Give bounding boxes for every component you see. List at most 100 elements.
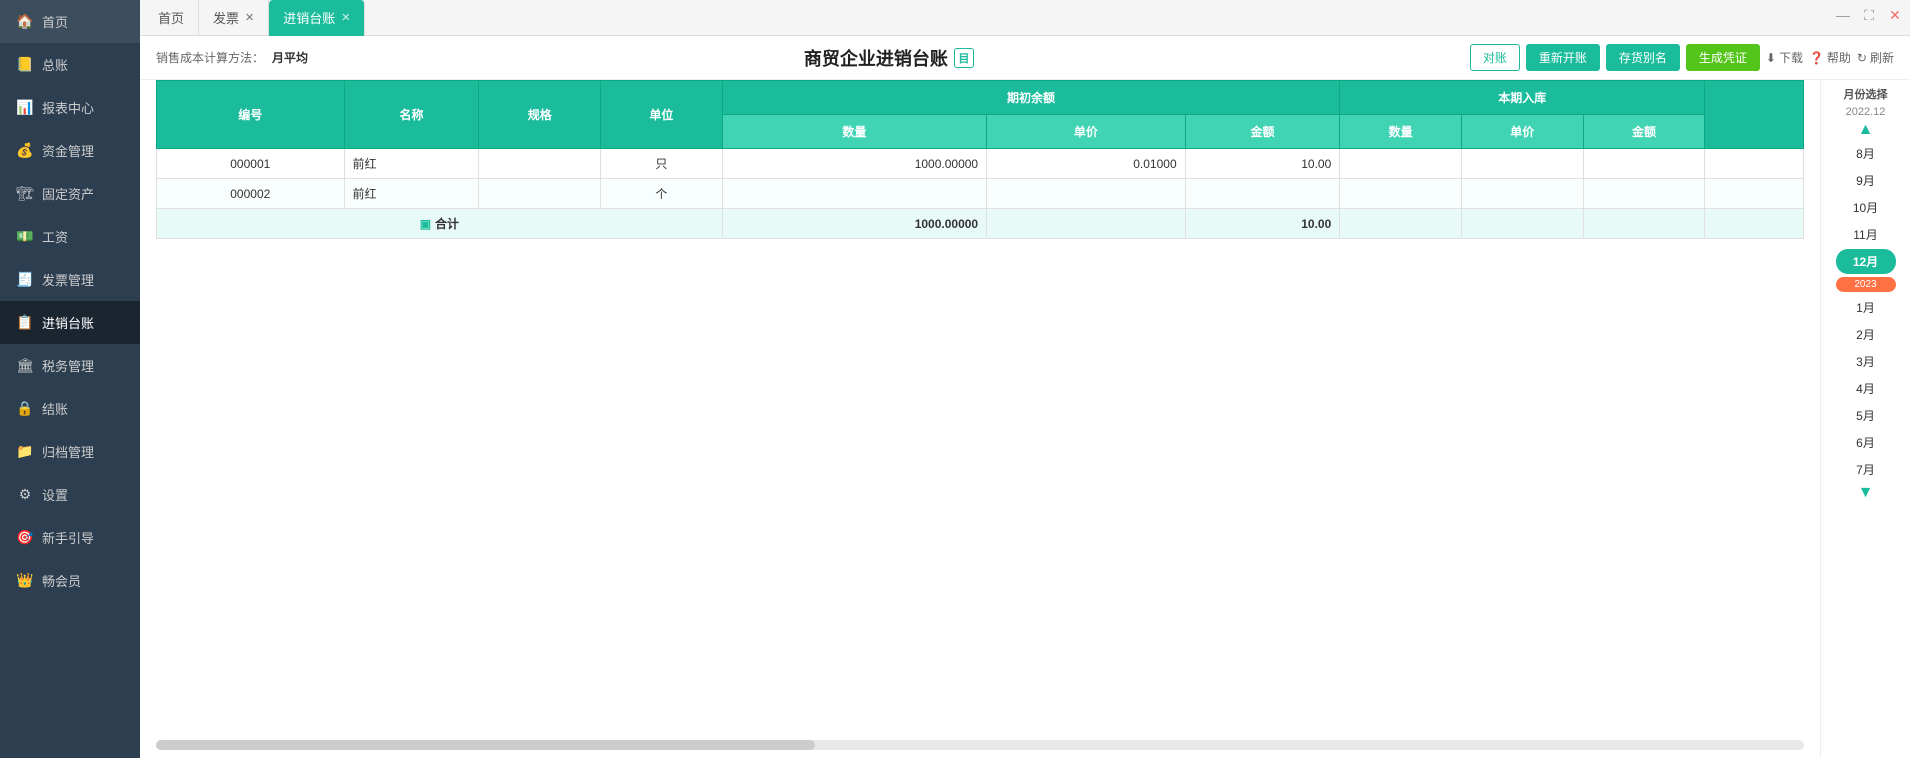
col-unit: 单位 [601, 81, 723, 149]
sidebar-label-reports: 报表中心 [42, 98, 94, 117]
col-current-inbound: 本期入库 [1340, 81, 1705, 115]
sidebar-item-closing[interactable]: 🔒 结账 [0, 387, 140, 430]
sidebar-item-invoice-mgmt[interactable]: 🧾 发票管理 [0, 258, 140, 301]
sidebar-item-tax[interactable]: 🏛 税务管理 [0, 344, 140, 387]
refresh-button[interactable]: ↻ 刷新 [1857, 49, 1894, 66]
ledger-icon: 📒 [16, 56, 34, 74]
col-ob-price: 单价 [987, 115, 1186, 149]
cell-code: 000001 [157, 149, 345, 179]
tab-home[interactable]: 首页 [144, 0, 199, 36]
table-scroll[interactable]: 编号 名称 规格 单位 期初余额 本期入库 数量 单价 [140, 80, 1820, 740]
sidebar-item-guide[interactable]: 🎯 新手引导 [0, 516, 140, 559]
table-area: 编号 名称 规格 单位 期初余额 本期入库 数量 单价 [140, 80, 1820, 758]
month-9[interactable]: 9月 [1836, 168, 1896, 193]
month-6[interactable]: 6月 [1836, 430, 1896, 455]
total-ib-price [1461, 209, 1583, 239]
sidebar-item-fixed-assets[interactable]: 🏗 固定资产 [0, 172, 140, 215]
data-table: 编号 名称 规格 单位 期初余额 本期入库 数量 单价 [156, 80, 1804, 239]
download-icon: ⬇ [1766, 51, 1776, 65]
scrollbar-thumb[interactable] [156, 740, 815, 750]
month-11[interactable]: 11月 [1836, 222, 1896, 247]
month-12[interactable]: 12月 [1836, 249, 1896, 274]
toolbar-right: 对账 重新开账 存货别名 生成凭证 ⬇ 下载 ❓ 帮助 ↻ 刷新 [1470, 44, 1894, 71]
vip-icon: 👑 [16, 572, 34, 590]
close-invoice-tab[interactable]: ✕ [245, 11, 254, 24]
total-label: ▣合计 [157, 209, 723, 239]
save-as-button[interactable]: 存货别名 [1606, 44, 1680, 71]
sidebar-label-closing: 结账 [42, 399, 68, 418]
month-2[interactable]: 2月 [1836, 322, 1896, 347]
month-10[interactable]: 10月 [1836, 195, 1896, 220]
minimize-button[interactable]: — [1832, 4, 1854, 26]
sidebar-item-settings[interactable]: ⚙ 设置 [0, 473, 140, 516]
cell-ib-amount [1583, 149, 1705, 179]
reopen-button[interactable]: 重新开账 [1526, 44, 1600, 71]
total-ob-amount: 10.00 [1185, 209, 1340, 239]
cell-ob-price: 0.01000 [987, 149, 1186, 179]
cell-extra [1705, 149, 1804, 179]
sidebar-item-vip[interactable]: 👑 畅会员 [0, 559, 140, 602]
month-1[interactable]: 1月 [1836, 295, 1896, 320]
month-selector-title: 月份选择 [1844, 86, 1888, 102]
sidebar-label-vip: 畅会员 [42, 571, 81, 590]
col-ib-price: 单价 [1461, 115, 1583, 149]
total-ob-qty: 1000.00000 [722, 209, 986, 239]
month-7[interactable]: 7月 [1836, 457, 1896, 482]
cell-unit: 个 [601, 179, 723, 209]
scroll-up-button[interactable]: ▲ [1856, 120, 1876, 140]
salary-icon: 💵 [16, 228, 34, 246]
download-button[interactable]: ⬇ 下载 [1766, 49, 1803, 66]
help-label: 帮助 [1827, 49, 1851, 66]
sidebar-item-salary[interactable]: 💵 工资 [0, 215, 140, 258]
content-header: 销售成本计算方法： 月平均 商贸企业进销台账 目 对账 重新开账 存货别名 生成… [140, 36, 1910, 80]
sidebar-label-guide: 新手引导 [42, 528, 94, 547]
sidebar-label-tax: 税务管理 [42, 356, 94, 375]
tab-home-label: 首页 [158, 8, 184, 27]
sidebar-label-purchase-sales: 进销台账 [42, 313, 94, 332]
generate-voucher-button[interactable]: 生成凭证 [1686, 44, 1760, 71]
reports-icon: 📊 [16, 99, 34, 117]
page-title-area: 商贸企业进销台账 目 [316, 45, 1462, 71]
sidebar-item-archive[interactable]: 📁 归档管理 [0, 430, 140, 473]
total-ib-qty [1340, 209, 1462, 239]
sidebar-item-home[interactable]: 🏠 首页 [0, 0, 140, 43]
sidebar-item-purchase-sales[interactable]: 📋 进销台账 [0, 301, 140, 344]
horizontal-scrollbar[interactable] [156, 740, 1804, 750]
col-name: 名称 [344, 81, 479, 149]
cell-ob-amount: 10.00 [1185, 149, 1340, 179]
sidebar-item-funds[interactable]: 💰 资金管理 [0, 129, 140, 172]
help-button[interactable]: ❓ 帮助 [1809, 49, 1851, 66]
cell-ib-price [1461, 149, 1583, 179]
page-title: 商贸企业进销台账 [804, 45, 948, 71]
sidebar-label-general-ledger: 总账 [42, 55, 68, 74]
tab-purchase-sales[interactable]: 进销台账 ✕ [269, 0, 365, 36]
cell-ib-qty [1340, 179, 1462, 209]
month-8[interactable]: 8月 [1836, 141, 1896, 166]
sidebar: 🏠 首页 📒 总账 📊 报表中心 💰 资金管理 🏗 固定资产 💵 工资 🧾 发票… [0, 0, 140, 758]
title-info-icon[interactable]: 目 [954, 48, 974, 68]
col-ib-qty: 数量 [1340, 115, 1462, 149]
sidebar-item-reports[interactable]: 📊 报表中心 [0, 86, 140, 129]
cell-extra [1705, 179, 1804, 209]
col-ob-qty: 数量 [722, 115, 986, 149]
reconcile-button[interactable]: 对账 [1470, 44, 1520, 71]
close-button[interactable]: ✕ [1884, 4, 1906, 26]
month-4[interactable]: 4月 [1836, 376, 1896, 401]
cell-code: 000002 [157, 179, 345, 209]
refresh-label: 刷新 [1870, 49, 1894, 66]
cell-ob-price [987, 179, 1186, 209]
cell-name: 前红 [344, 179, 479, 209]
scroll-down-button[interactable]: ▼ [1856, 483, 1876, 503]
close-purchase-sales-tab[interactable]: ✕ [341, 11, 350, 24]
month-5[interactable]: 5月 [1836, 403, 1896, 428]
tab-purchase-sales-label: 进销台账 [283, 8, 335, 27]
maximize-button[interactable]: ⛶ [1858, 4, 1880, 26]
tab-invoice[interactable]: 发票 ✕ [199, 0, 269, 36]
col-opening-balance: 期初余额 [722, 81, 1339, 115]
total-extra [1705, 209, 1804, 239]
month-3[interactable]: 3月 [1836, 349, 1896, 374]
page-content: 销售成本计算方法： 月平均 商贸企业进销台账 目 对账 重新开账 存货别名 生成… [140, 36, 1910, 758]
sidebar-label-settings: 设置 [42, 485, 68, 504]
table-month-container: 编号 名称 规格 单位 期初余额 本期入库 数量 单价 [140, 80, 1910, 758]
sidebar-item-general-ledger[interactable]: 📒 总账 [0, 43, 140, 86]
